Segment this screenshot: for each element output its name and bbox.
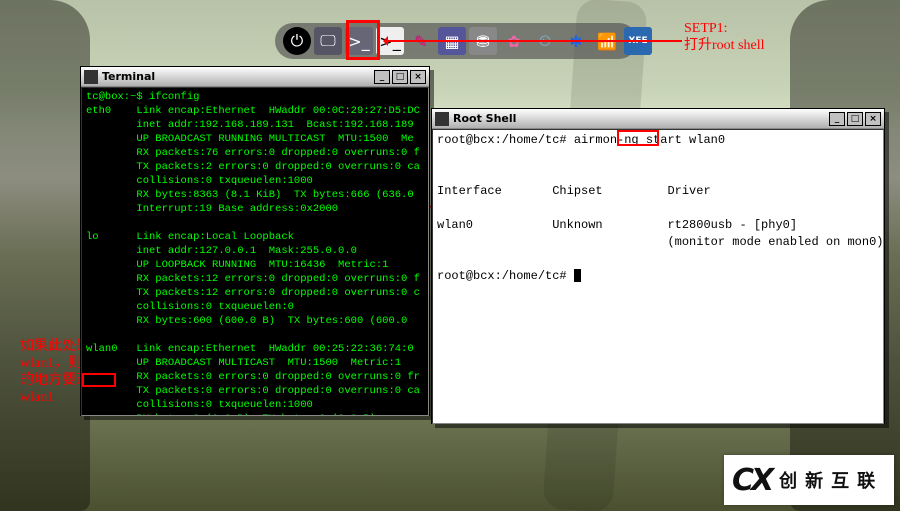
minimize-button[interactable]: _ [374, 70, 390, 84]
rootshell-output[interactable]: root@bcx:/home/tc# airmon-ng start wlan0… [432, 129, 884, 424]
bg-tree [0, 0, 90, 511]
close-button[interactable]: × [410, 70, 426, 84]
maximize-button[interactable]: □ [847, 112, 863, 126]
minimize-button[interactable]: _ [829, 112, 845, 126]
terminal-window[interactable]: Terminal _ □ × tc@box:~$ ifconfig eth0 L… [80, 66, 430, 416]
rootshell-titlebar[interactable]: Root Shell _ □ × [432, 109, 884, 129]
terminal-output[interactable]: tc@box:~$ ifconfig eth0 Link encap:Ether… [81, 87, 429, 416]
wlan0-cmd-highlight [617, 130, 659, 146]
annotation-step1: SETP1: 打升root shell [684, 20, 765, 54]
watermark: CX 创新互联 [724, 455, 894, 505]
watermark-text: 创新互联 [779, 467, 883, 493]
terminal-title-icon [84, 70, 98, 84]
display-icon[interactable]: 🖵 [314, 27, 342, 55]
terminal-title: Terminal [102, 70, 155, 83]
close-button[interactable]: × [865, 112, 881, 126]
desktop: ⏻ 🖵 >_ >_ ✎ ▦ ⛃ ✿ ⏲ ✱ 📶 XFE SETP1: 打升roo… [0, 0, 900, 511]
step1-arrow [384, 40, 682, 42]
terminal-titlebar[interactable]: Terminal _ □ × [81, 67, 429, 87]
root-shell-window[interactable]: Root Shell _ □ × root@bcx:/home/tc# airm… [431, 108, 885, 424]
rootshell-title: Root Shell [453, 112, 516, 125]
step1-highlight [346, 20, 380, 60]
rootshell-title-icon [435, 112, 449, 126]
watermark-logo: CX [732, 463, 771, 498]
maximize-button[interactable]: □ [392, 70, 408, 84]
wlan0-highlight [82, 373, 116, 387]
power-icon[interactable]: ⏻ [283, 27, 311, 55]
